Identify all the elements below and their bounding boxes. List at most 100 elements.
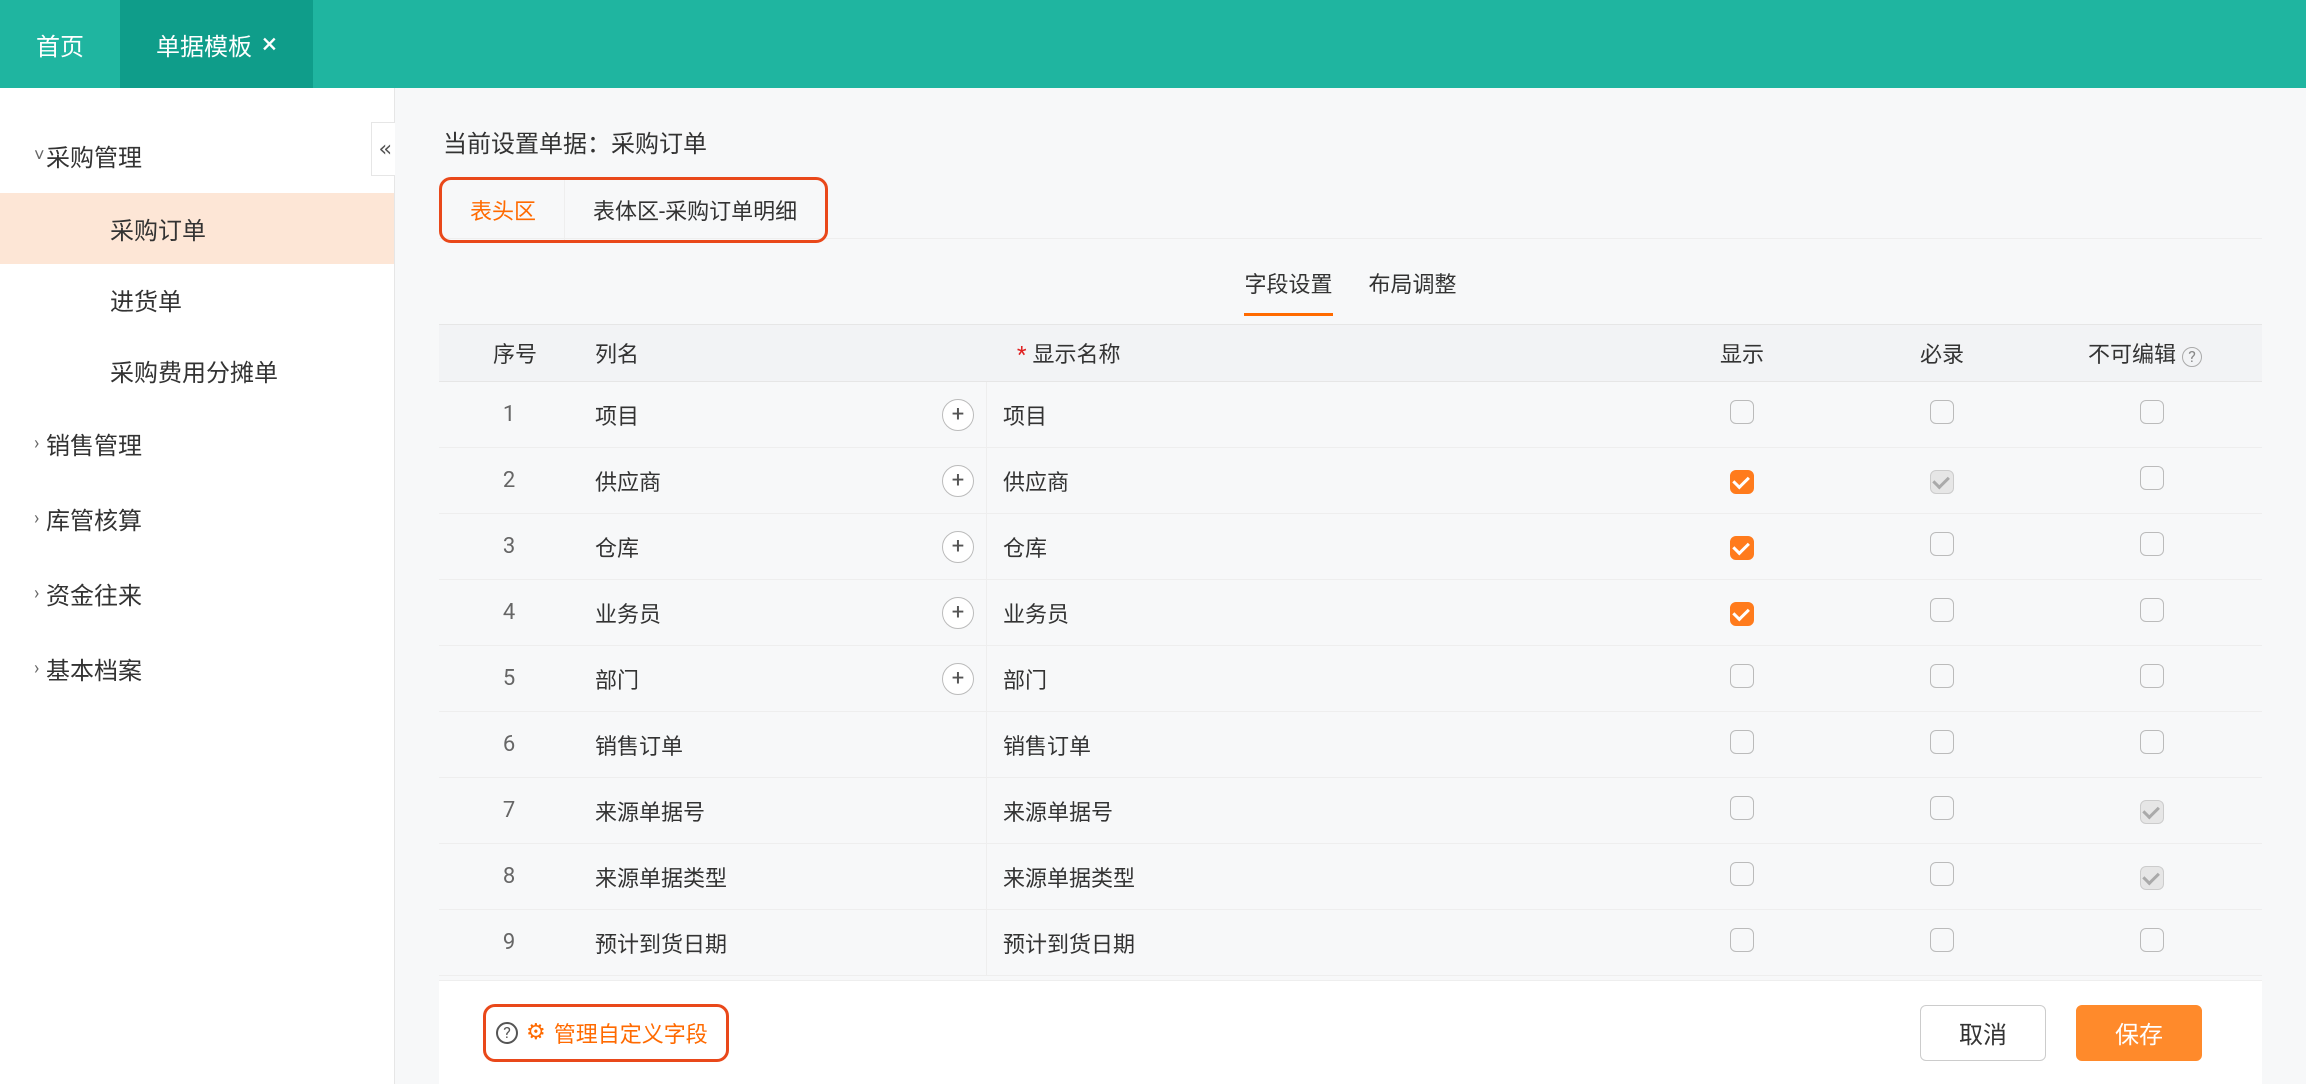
cell-display-name[interactable]: 项目 [987,399,1642,431]
chevron-right-icon: › [34,433,39,454]
checkbox-required[interactable] [1930,730,1954,754]
cell-display-name[interactable]: 仓库 [987,531,1642,563]
table-row: 1项目+项目 [439,382,2262,448]
cell-index: 7 [439,798,579,823]
checkbox-show[interactable] [1730,862,1754,886]
checkbox-readonly[interactable] [2140,532,2164,556]
cell-column-name: 仓库+ [579,514,987,579]
checkbox-show[interactable] [1730,400,1754,424]
table-row: 3仓库+仓库 [439,514,2262,580]
cell-column-name: 项目+ [579,382,987,447]
th-column-name: 列名 [579,337,987,369]
checkbox-show[interactable] [1730,602,1754,626]
checkbox-readonly[interactable] [2140,664,2164,688]
checkbox-required[interactable] [1930,862,1954,886]
close-icon[interactable]: × [262,30,277,58]
cell-required [1842,730,2042,760]
help-icon[interactable]: ? [2182,347,2202,367]
checkbox-show[interactable] [1730,536,1754,560]
sidebar-group-库管核算[interactable]: › 库管核算 [0,481,394,556]
sidebar-group-销售管理[interactable]: ›销售管理 [0,406,394,481]
cell-display-name[interactable]: 供应商 [987,465,1642,497]
cancel-button[interactable]: 取消 [1920,1005,2046,1061]
tab-document-template[interactable]: 单据模板 × [120,0,313,88]
cell-show [1642,862,1842,892]
add-button[interactable]: + [942,531,974,563]
th-readonly: 不可编辑? [2042,337,2262,369]
save-button[interactable]: 保存 [2076,1005,2202,1061]
cell-column-name: 业务员+ [579,580,987,645]
checkbox-show[interactable] [1730,928,1754,952]
sidebar-group-label: 库管核算 [46,501,142,536]
checkbox-required[interactable] [1930,796,1954,820]
checkbox-readonly[interactable] [2140,598,2164,622]
zone-tab-表体区-采购订单明细[interactable]: 表体区-采购订单明细 [564,180,825,240]
sub-tab-布局调整[interactable]: 布局调整 [1369,261,1457,316]
zone-tab-表头区[interactable]: 表头区 [442,180,564,240]
required-asterisk-icon: * [1017,343,1026,368]
checkbox-show[interactable] [1730,664,1754,688]
cell-readonly [2042,928,2262,958]
add-button[interactable]: + [942,597,974,629]
cell-index: 3 [439,534,579,559]
cell-display-name[interactable]: 部门 [987,663,1642,695]
current-document-prefix: 当前设置单据： [443,130,611,158]
table-row: 6销售订单销售订单 [439,712,2262,778]
cell-index: 9 [439,930,579,955]
table-row: 2供应商+供应商 [439,448,2262,514]
cell-index: 5 [439,666,579,691]
cell-index: 8 [439,864,579,889]
checkbox-required[interactable] [1930,598,1954,622]
checkbox-readonly[interactable] [2140,928,2164,952]
field-table: 序号 列名 *显示名称 显示 必录 不可编辑? 1项目+项目2供应商+供应商3仓… [439,324,2262,980]
sidebar-item-采购费用分摊单[interactable]: 采购费用分摊单 [0,335,394,406]
cell-column-name: 来源单据号 [579,778,987,843]
zone-tabs: 表头区表体区-采购订单明细 [439,179,2262,239]
cell-display-name[interactable]: 来源单据号 [987,795,1642,827]
sidebar: « ˅采购管理采购订单进货单采购费用分摊单›销售管理›库管核算›资金往来›基本档… [0,88,395,1084]
checkbox-required[interactable] [1930,664,1954,688]
add-button[interactable]: + [942,663,974,695]
cell-show [1642,796,1842,826]
add-button[interactable]: + [942,465,974,497]
cell-readonly [2042,664,2262,694]
checkbox-readonly[interactable] [2140,466,2164,490]
tab-document-template-label: 单据模板 [156,27,252,62]
sub-tab-字段设置[interactable]: 字段设置 [1244,261,1332,316]
cell-display-name[interactable]: 预计到货日期 [987,927,1642,959]
checkbox-required[interactable] [1930,532,1954,556]
checkbox-readonly[interactable] [2140,730,2164,754]
checkbox-required[interactable] [1930,928,1954,952]
checkbox-readonly[interactable] [2140,400,2164,424]
sidebar-item-采购订单[interactable]: 采购订单 [0,193,394,264]
table-row: 7来源单据号来源单据号 [439,778,2262,844]
checkbox-required[interactable] [1930,400,1954,424]
checkbox-show[interactable] [1730,470,1754,494]
cell-required [1842,598,2042,628]
sidebar-group-label: 采购管理 [46,138,142,173]
checkbox-show[interactable] [1730,730,1754,754]
cell-column-name: 供应商+ [579,448,987,513]
manage-custom-fields-button[interactable]: ? ⚙ 管理自定义字段 [483,1004,729,1062]
cell-index: 2 [439,468,579,493]
table-row: 8来源单据类型来源单据类型 [439,844,2262,910]
help-icon: ? [496,1022,518,1044]
sidebar-group-资金往来[interactable]: ›资金往来 [0,556,394,631]
cell-display-name[interactable]: 业务员 [987,597,1642,629]
cell-display-name[interactable]: 来源单据类型 [987,861,1642,893]
tab-home[interactable]: 首页 [0,0,120,88]
cell-display-name[interactable]: 销售订单 [987,729,1642,761]
cell-readonly [2042,730,2262,760]
add-button[interactable]: + [942,399,974,431]
cell-required [1842,796,2042,826]
tab-home-label: 首页 [36,27,84,62]
sidebar-group-采购管理[interactable]: ˅采购管理 [0,118,394,193]
cell-column-name: 来源单据类型 [579,844,987,909]
cell-index: 1 [439,402,579,427]
sidebar-group-基本档案[interactable]: ›基本档案 [0,631,394,706]
top-tabs-bar: 首页 单据模板 × [0,0,2306,88]
sidebar-item-进货单[interactable]: 进货单 [0,264,394,335]
cell-show [1642,928,1842,958]
chevron-right-icon: › [34,508,39,529]
checkbox-show[interactable] [1730,796,1754,820]
